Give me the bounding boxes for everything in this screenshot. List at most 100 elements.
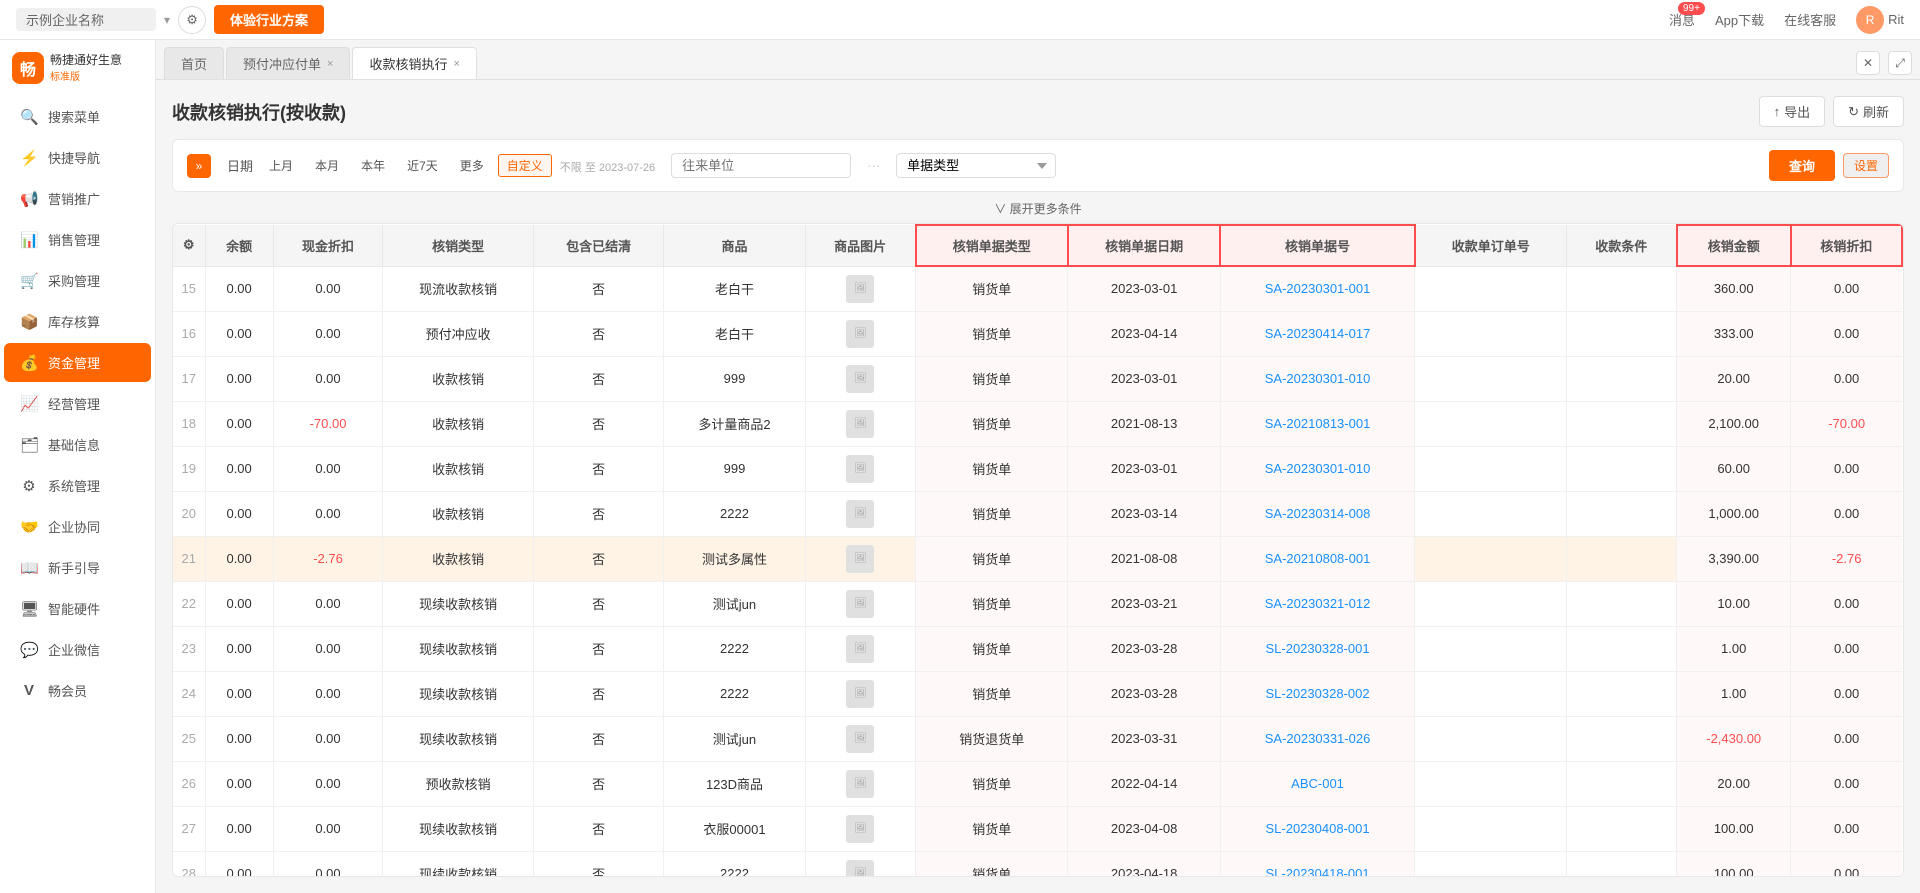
main-table: ⚙ 余额 现金折扣 核销类型 包含已结清 商品 商品图片 核销单据类型 核销单据… bbox=[173, 224, 1903, 877]
receipt-order-no-cell bbox=[1415, 671, 1567, 716]
tab-prepay[interactable]: 预付冲应付单 × bbox=[226, 47, 350, 79]
receipt-cond-cell bbox=[1566, 716, 1676, 761]
guide-icon: 📖 bbox=[20, 559, 38, 577]
sidebar-item-hardware[interactable]: 🖥 智能硬件 bbox=[4, 589, 151, 628]
bill-no-cell[interactable]: SA-20230301-001 bbox=[1220, 266, 1414, 311]
trial-btn[interactable]: 体验行业方案 bbox=[214, 5, 324, 34]
bill-no-cell[interactable]: SA-20210813-001 bbox=[1220, 401, 1414, 446]
cash-discount-cell: 0.00 bbox=[273, 626, 383, 671]
table-body: 15 0.00 0.00 现流收款核销 否 老白干 🖼 销货单 2023-03-… bbox=[173, 266, 1902, 877]
col-settings[interactable]: ⚙ bbox=[173, 225, 205, 266]
expand-more-btn[interactable]: ∨ 展开更多条件 bbox=[994, 200, 1081, 217]
receipt-order-no-cell bbox=[1415, 356, 1567, 401]
goods-img-cell: 🖼 bbox=[805, 761, 915, 806]
row-id: 17 bbox=[173, 356, 205, 401]
writeoff-amount-cell: 100.00 bbox=[1677, 806, 1791, 851]
row-id: 19 bbox=[173, 446, 205, 491]
date-opt-7days[interactable]: 近7天 bbox=[399, 155, 446, 176]
tab-writeoff-close[interactable]: × bbox=[453, 58, 459, 70]
refresh-btn[interactable]: ↻ 刷新 bbox=[1833, 96, 1904, 127]
include-cleared-cell: 否 bbox=[534, 806, 664, 851]
receipt-cond-cell bbox=[1566, 581, 1676, 626]
sidebar-item-operations[interactable]: 📈 经营管理 bbox=[4, 384, 151, 423]
sidebar-item-label: 智能硬件 bbox=[48, 599, 100, 618]
receipt-cond-cell bbox=[1566, 806, 1676, 851]
sidebar-item-collab[interactable]: 🤝 企业协同 bbox=[4, 507, 151, 546]
bill-no-cell[interactable]: SA-20210808-001 bbox=[1220, 536, 1414, 581]
col-writeoff-type: 核销类型 bbox=[383, 225, 534, 266]
search-icon: 🔍 bbox=[20, 108, 38, 126]
receipt-cond-cell bbox=[1566, 491, 1676, 536]
bill-type-select[interactable]: 单据类型 bbox=[896, 153, 1056, 178]
bill-no-cell[interactable]: SL-20230408-001 bbox=[1220, 806, 1414, 851]
sidebar-item-purchase[interactable]: 🛒 采购管理 bbox=[4, 261, 151, 300]
logo-text: 畅捷通好生意 bbox=[50, 53, 122, 69]
row-id: 28 bbox=[173, 851, 205, 877]
party-input[interactable] bbox=[671, 153, 851, 178]
sidebar-item-funds[interactable]: 💰 资金管理 bbox=[4, 343, 151, 382]
sidebar-item-quick[interactable]: ⚡ 快捷导航 bbox=[4, 138, 151, 177]
tab-close-btn[interactable]: ✕ bbox=[1856, 51, 1880, 75]
filter-expand-btn[interactable]: » bbox=[187, 154, 211, 178]
date-opt-lastmonth[interactable]: 上月 bbox=[261, 155, 301, 176]
sidebar-item-sales[interactable]: 📊 销售管理 bbox=[4, 220, 151, 259]
bill-no-cell[interactable]: SA-20230321-012 bbox=[1220, 581, 1414, 626]
receipt-order-no-cell bbox=[1415, 626, 1567, 671]
sidebar-item-marketing[interactable]: 📢 营销推广 bbox=[4, 179, 151, 218]
balance-cell: 0.00 bbox=[205, 446, 273, 491]
date-opt-thismonth[interactable]: 本月 bbox=[307, 155, 347, 176]
settings-btn[interactable]: ⚙ bbox=[178, 6, 206, 34]
row-id: 16 bbox=[173, 311, 205, 356]
date-opt-more[interactable]: 更多 bbox=[452, 155, 492, 176]
tab-prepay-close[interactable]: × bbox=[327, 58, 333, 70]
bill-date-cell: 2023-03-14 bbox=[1068, 491, 1220, 536]
date-opt-thisyear[interactable]: 本年 bbox=[353, 155, 393, 176]
writeoff-discount-cell: 0.00 bbox=[1791, 716, 1902, 761]
bill-no-cell[interactable]: SA-20230301-010 bbox=[1220, 356, 1414, 401]
goods-cell: 多计量商品2 bbox=[664, 401, 806, 446]
sidebar-item-system[interactable]: ⚙ 系统管理 bbox=[4, 466, 151, 505]
query-btn[interactable]: 查询 bbox=[1769, 150, 1835, 181]
bill-no-cell[interactable]: SL-20230328-002 bbox=[1220, 671, 1414, 716]
filter-settings-btn[interactable]: 设置 bbox=[1843, 153, 1889, 178]
bill-no-cell[interactable]: SL-20230418-001 bbox=[1220, 851, 1414, 877]
app-download-btn[interactable]: App下载 bbox=[1715, 10, 1764, 29]
settings-col-icon[interactable]: ⚙ bbox=[183, 237, 195, 252]
bill-no-cell[interactable]: SA-20230314-008 bbox=[1220, 491, 1414, 536]
bill-type-cell: 销货单 bbox=[916, 761, 1068, 806]
bill-no-cell[interactable]: SA-20230414-017 bbox=[1220, 311, 1414, 356]
sidebar-item-guide[interactable]: 📖 新手引导 bbox=[4, 548, 151, 587]
bill-no-cell[interactable]: ABC-001 bbox=[1220, 761, 1414, 806]
bill-no-cell[interactable]: SL-20230328-001 bbox=[1220, 626, 1414, 671]
tab-writeoff[interactable]: 收款核销执行 × bbox=[352, 47, 476, 79]
sidebar-item-search[interactable]: 🔍 搜索菜单 bbox=[4, 97, 151, 136]
tab-home[interactable]: 首页 bbox=[164, 47, 224, 79]
goods-img-cell: 🖼 bbox=[805, 581, 915, 626]
online-service-btn[interactable]: 在线客服 bbox=[1784, 10, 1836, 29]
export-btn[interactable]: ↑ 导出 bbox=[1759, 96, 1826, 127]
sidebar-item-basic[interactable]: 🗂 基础信息 bbox=[4, 425, 151, 464]
sidebar-item-vip[interactable]: V 畅会员 bbox=[4, 671, 151, 710]
date-opt-custom[interactable]: 自定义 bbox=[498, 154, 552, 177]
page-content: 收款核销执行(按收款) ↑ 导出 ↻ 刷新 » 日期 bbox=[156, 80, 1920, 893]
writeoff-discount-cell: 0.00 bbox=[1791, 266, 1902, 311]
collab-icon: 🤝 bbox=[20, 518, 38, 536]
sidebar-item-wechat[interactable]: 💬 企业微信 bbox=[4, 630, 151, 669]
sidebar-item-inventory[interactable]: 📦 库存核算 bbox=[4, 302, 151, 341]
writeoff-discount-cell: -70.00 bbox=[1791, 401, 1902, 446]
filter-date-group: 日期 上月 本月 本年 近7天 更多 自定义 不限 至 2023-07-26 bbox=[227, 154, 655, 177]
company-name[interactable]: 示例企业名称 bbox=[16, 8, 156, 31]
goods-img-cell: 🖼 bbox=[805, 851, 915, 877]
receipt-order-no-cell bbox=[1415, 581, 1567, 626]
operations-icon: 📈 bbox=[20, 395, 38, 413]
bill-no-cell[interactable]: SA-20230301-010 bbox=[1220, 446, 1414, 491]
user-info[interactable]: R Rit bbox=[1856, 6, 1904, 34]
date-label: 日期 bbox=[227, 156, 253, 175]
col-balance: 余额 bbox=[205, 225, 273, 266]
bill-date-cell: 2023-03-01 bbox=[1068, 446, 1220, 491]
message-btn[interactable]: 消息 99+ bbox=[1669, 10, 1695, 29]
sidebar-item-label: 搜索菜单 bbox=[48, 107, 100, 126]
table-row: 17 0.00 0.00 收款核销 否 999 🖼 销货单 2023-03-01… bbox=[173, 356, 1902, 401]
bill-no-cell[interactable]: SA-20230331-026 bbox=[1220, 716, 1414, 761]
tab-expand-btn[interactable]: ⤢ bbox=[1888, 51, 1912, 75]
